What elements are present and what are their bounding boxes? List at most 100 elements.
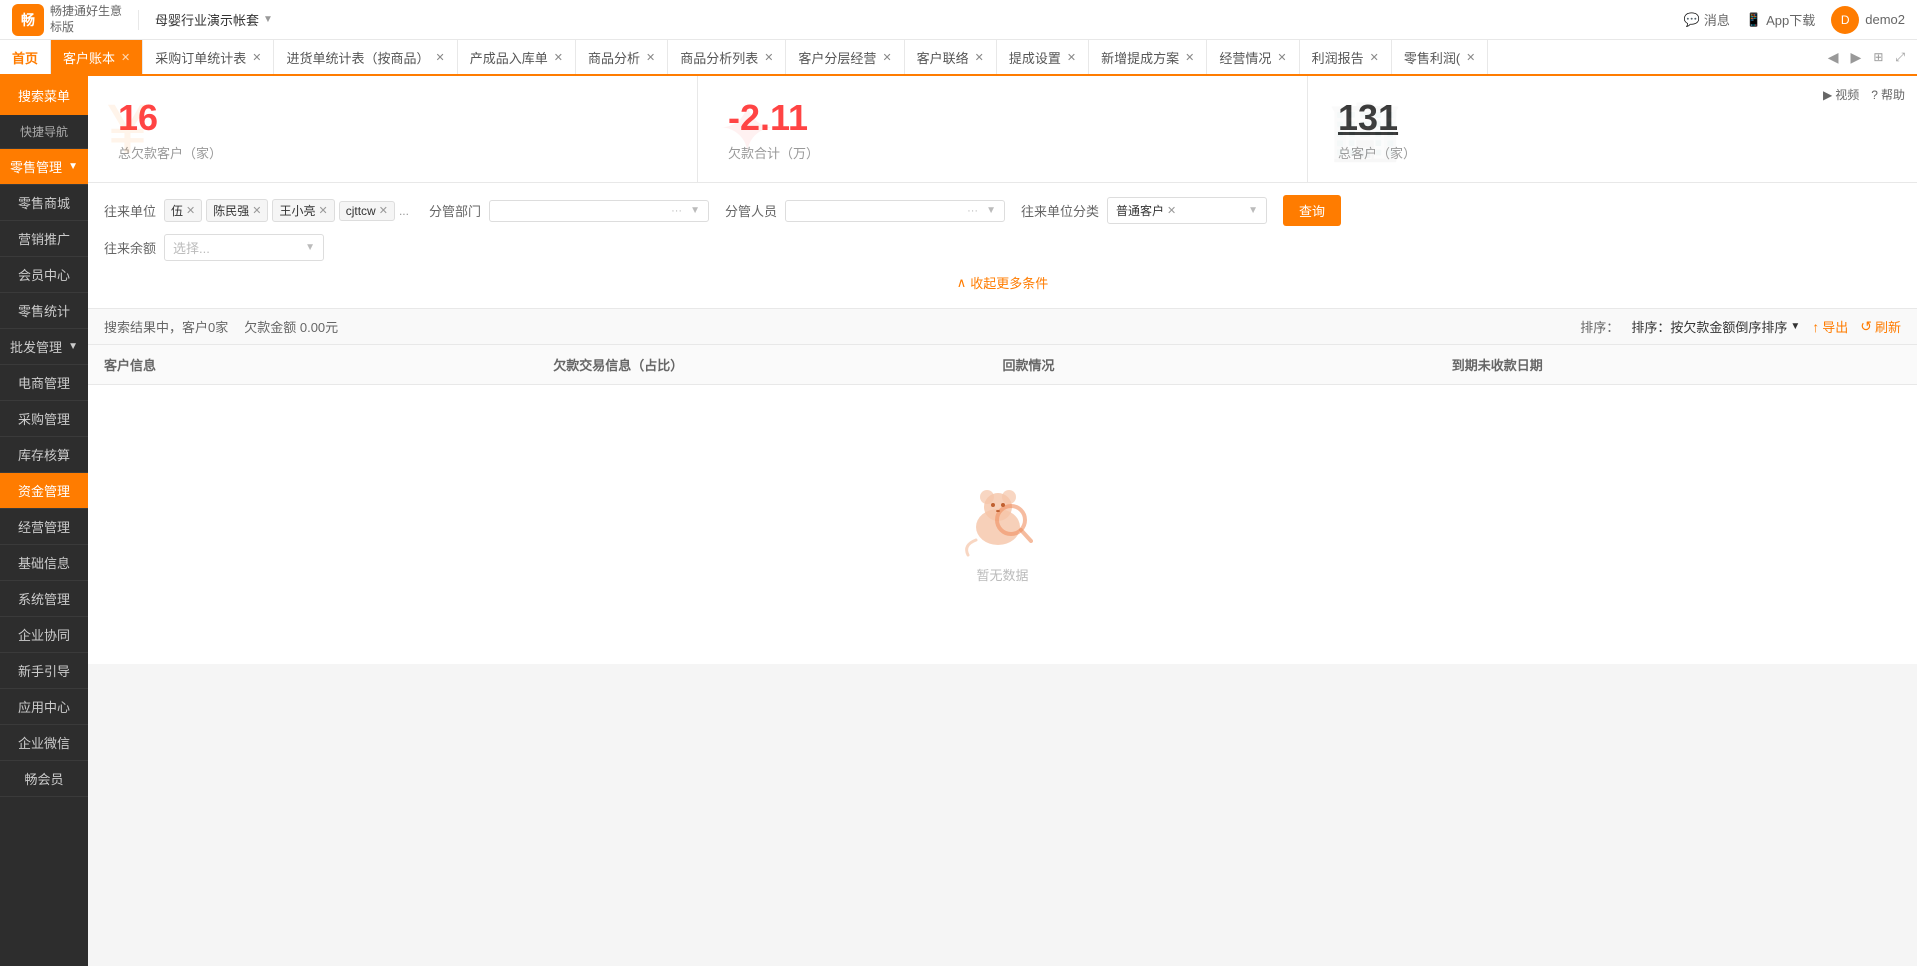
message-icon: 💬 <box>1684 12 1700 28</box>
sidebar-item-finance[interactable]: 资金管理 <box>0 473 88 509</box>
help-btn[interactable]: ? 帮助 <box>1871 86 1905 103</box>
sidebar-item-free-member[interactable]: 畅会员 <box>0 761 88 797</box>
empty-state: 暂无数据 <box>88 385 1917 664</box>
store-selector[interactable]: 母婴行业演示帐套 ▼ <box>155 10 273 29</box>
tab-customer-contact[interactable]: 客户联络 ✕ <box>905 40 997 75</box>
close-tab-product-list[interactable]: ✕ <box>764 51 773 64</box>
tab-product-analysis-list[interactable]: 商品分析列表 ✕ <box>668 40 786 75</box>
refresh-btn[interactable]: ↺ 刷新 <box>1860 317 1901 336</box>
unit-tag-cjttcw: cjttcw ✕ <box>339 201 395 221</box>
collapse-btn[interactable]: ∧ 收起更多条件 <box>104 269 1901 296</box>
balance-placeholder: 选择... <box>173 238 210 257</box>
sidebar-item-app-center[interactable]: 应用中心 <box>0 689 88 725</box>
sort-chevron-icon: ▼ <box>1790 321 1800 332</box>
unit-type-label: 往来单位分类 <box>1021 201 1099 220</box>
close-tab-profit[interactable]: ✕ <box>1370 51 1379 64</box>
app-download-btn[interactable]: 📱 App下载 <box>1746 10 1815 29</box>
download-icon: 📱 <box>1746 12 1762 28</box>
export-btn[interactable]: ↑ 导出 <box>1812 317 1848 336</box>
search-result-bar: 搜索结果中，客户0家 欠款金额 0.00元 排序： 排序：按欠款金额倒序排序 ▼… <box>88 309 1917 345</box>
sidebar-quick-nav[interactable]: 快捷导航 <box>0 115 88 149</box>
result-text: 搜索结果中，客户0家 欠款金额 0.00元 <box>104 317 338 336</box>
nav-tabs: 首页 客户账本 ✕ 采购订单统计表 ✕ 进货单统计表（按商品） ✕ 产成品入库单… <box>0 40 1917 76</box>
balance-select[interactable]: 选择... ▼ <box>164 234 324 261</box>
message-btn[interactable]: 💬 消息 <box>1684 10 1730 29</box>
tab-inbound-stats[interactable]: 进货单统计表（按商品） ✕ <box>274 40 457 75</box>
sidebar-item-wholesale[interactable]: 批发管理 ▼ <box>0 329 88 365</box>
sort-select[interactable]: 排序：按欠款金额倒序排序 ▼ <box>1631 317 1800 336</box>
user-profile[interactable]: D demo2 <box>1831 6 1905 34</box>
nav-expand-btn[interactable]: ⊞ <box>1869 48 1887 66</box>
tab-business-status[interactable]: 经营情况 ✕ <box>1207 40 1299 75</box>
remove-unit-type-normal[interactable]: ✕ <box>1167 204 1176 217</box>
sidebar-item-purchase[interactable]: 采购管理 <box>0 401 88 437</box>
top-bar-right: 💬 消息 📱 App下载 D demo2 <box>1684 6 1905 34</box>
sidebar-search[interactable]: 搜索菜单 <box>0 76 88 115</box>
unit-type-tag-normal: 普通客户 ✕ <box>1116 202 1176 219</box>
dept-select[interactable]: ··· ▼ <box>489 200 709 222</box>
sidebar-item-retail-mall[interactable]: 零售商城 <box>0 185 88 221</box>
sidebar-item-enterprise[interactable]: 企业协同 <box>0 617 88 653</box>
sidebar-item-member[interactable]: 会员中心 <box>0 257 88 293</box>
tab-accounts[interactable]: 客户账本 ✕ <box>51 40 143 75</box>
sidebar-item-system[interactable]: 系统管理 <box>0 581 88 617</box>
nav-fullscreen-btn[interactable]: ⤢ <box>1891 48 1909 67</box>
content-area: ¥ 16 总欠款客户（家） ✦ -2.11 欠款合计（万） 🏢 131 总客户（… <box>88 76 1917 966</box>
data-table: 客户信息 欠款交易信息（占比） 回款情况 到期未收款日期 <box>88 345 1917 664</box>
unit-tag-chen: 陈民强 ✕ <box>206 199 268 222</box>
close-tab-segment[interactable]: ✕ <box>882 51 891 64</box>
close-tab-purchase[interactable]: ✕ <box>252 51 261 64</box>
nav-next-btn[interactable]: ▶ <box>1847 47 1866 68</box>
person-filter-label: 分管人员 <box>725 201 777 220</box>
remove-tag-chen[interactable]: ✕ <box>252 204 261 217</box>
tab-new-improve[interactable]: 新增提成方案 ✕ <box>1089 40 1207 75</box>
sidebar-item-marketing[interactable]: 营销推广 <box>0 221 88 257</box>
sidebar-item-basic[interactable]: 基础信息 <box>0 545 88 581</box>
remove-tag-cjttcw[interactable]: ✕ <box>379 204 388 217</box>
logo-icon: 畅 <box>12 4 44 36</box>
close-tab-improve[interactable]: ✕ <box>1067 51 1076 64</box>
close-tab-new-improve[interactable]: ✕ <box>1185 51 1194 64</box>
logo-text: 畅捷通好生意 标版 <box>50 4 122 35</box>
close-tab-accounts[interactable]: ✕ <box>121 51 130 64</box>
video-btn[interactable]: ▶ 视频 <box>1823 86 1859 103</box>
video-icon: ▶ <box>1823 88 1832 102</box>
close-tab-product[interactable]: ✕ <box>646 51 655 64</box>
remove-tag-wu[interactable]: ✕ <box>186 204 195 217</box>
help-icon: ? <box>1871 88 1878 102</box>
sidebar-item-ecommerce[interactable]: 电商管理 <box>0 365 88 401</box>
result-actions: 排序： 排序：按欠款金额倒序排序 ▼ ↑ 导出 ↺ 刷新 <box>1580 317 1901 336</box>
remove-tag-wang[interactable]: ✕ <box>319 204 328 217</box>
person-more-icon: ··· <box>967 205 978 217</box>
tab-profit-report[interactable]: 利润报告 ✕ <box>1300 40 1392 75</box>
unit-type-select[interactable]: 普通客户 ✕ ▼ <box>1107 197 1267 224</box>
unit-more-btn[interactable]: ... <box>399 204 409 218</box>
close-tab-inbound[interactable]: ✕ <box>436 51 445 64</box>
tab-purchase-order[interactable]: 采购订单统计表 ✕ <box>143 40 274 75</box>
sidebar-item-retail-stats[interactable]: 零售统计 <box>0 293 88 329</box>
close-tab-cost[interactable]: ✕ <box>554 51 563 64</box>
dept-filter-label: 分管部门 <box>429 201 481 220</box>
tab-customer-segment[interactable]: 客户分层经营 ✕ <box>786 40 904 75</box>
table-header: 客户信息 欠款交易信息（占比） 回款情况 到期未收款日期 <box>88 345 1917 385</box>
sidebar-item-wechat[interactable]: 企业微信 <box>0 725 88 761</box>
debt-amount-text: 欠款金额 0.00元 <box>244 317 338 336</box>
sidebar-item-new-guide[interactable]: 新手引导 <box>0 653 88 689</box>
main-layout: 搜索菜单 快捷导航 零售管理 ▼ 零售商城 营销推广 会员中心 零售统计 批发管… <box>0 76 1917 966</box>
filter-row-2: 往来余额 选择... ▼ <box>104 234 1901 261</box>
sidebar-item-inventory[interactable]: 库存核算 <box>0 437 88 473</box>
nav-arrows: ◀ ▶ ⊞ ⤢ <box>1816 47 1917 68</box>
tab-retail-profit[interactable]: 零售利润( ✕ <box>1392 40 1489 75</box>
tab-product-analysis[interactable]: 商品分析 ✕ <box>576 40 668 75</box>
nav-prev-btn[interactable]: ◀ <box>1824 47 1843 68</box>
sidebar-item-retail[interactable]: 零售管理 ▼ <box>0 149 88 185</box>
tab-home[interactable]: 首页 <box>0 40 51 75</box>
tab-cost-inbound[interactable]: 产成品入库单 ✕ <box>458 40 576 75</box>
close-tab-retail[interactable]: ✕ <box>1466 51 1475 64</box>
person-select[interactable]: ··· ▼ <box>785 200 1005 222</box>
query-button[interactable]: 查询 <box>1283 195 1341 226</box>
close-tab-business[interactable]: ✕ <box>1277 51 1286 64</box>
tab-improve-settings[interactable]: 提成设置 ✕ <box>997 40 1089 75</box>
sidebar-item-operation[interactable]: 经营管理 <box>0 509 88 545</box>
close-tab-contact[interactable]: ✕ <box>975 51 984 64</box>
